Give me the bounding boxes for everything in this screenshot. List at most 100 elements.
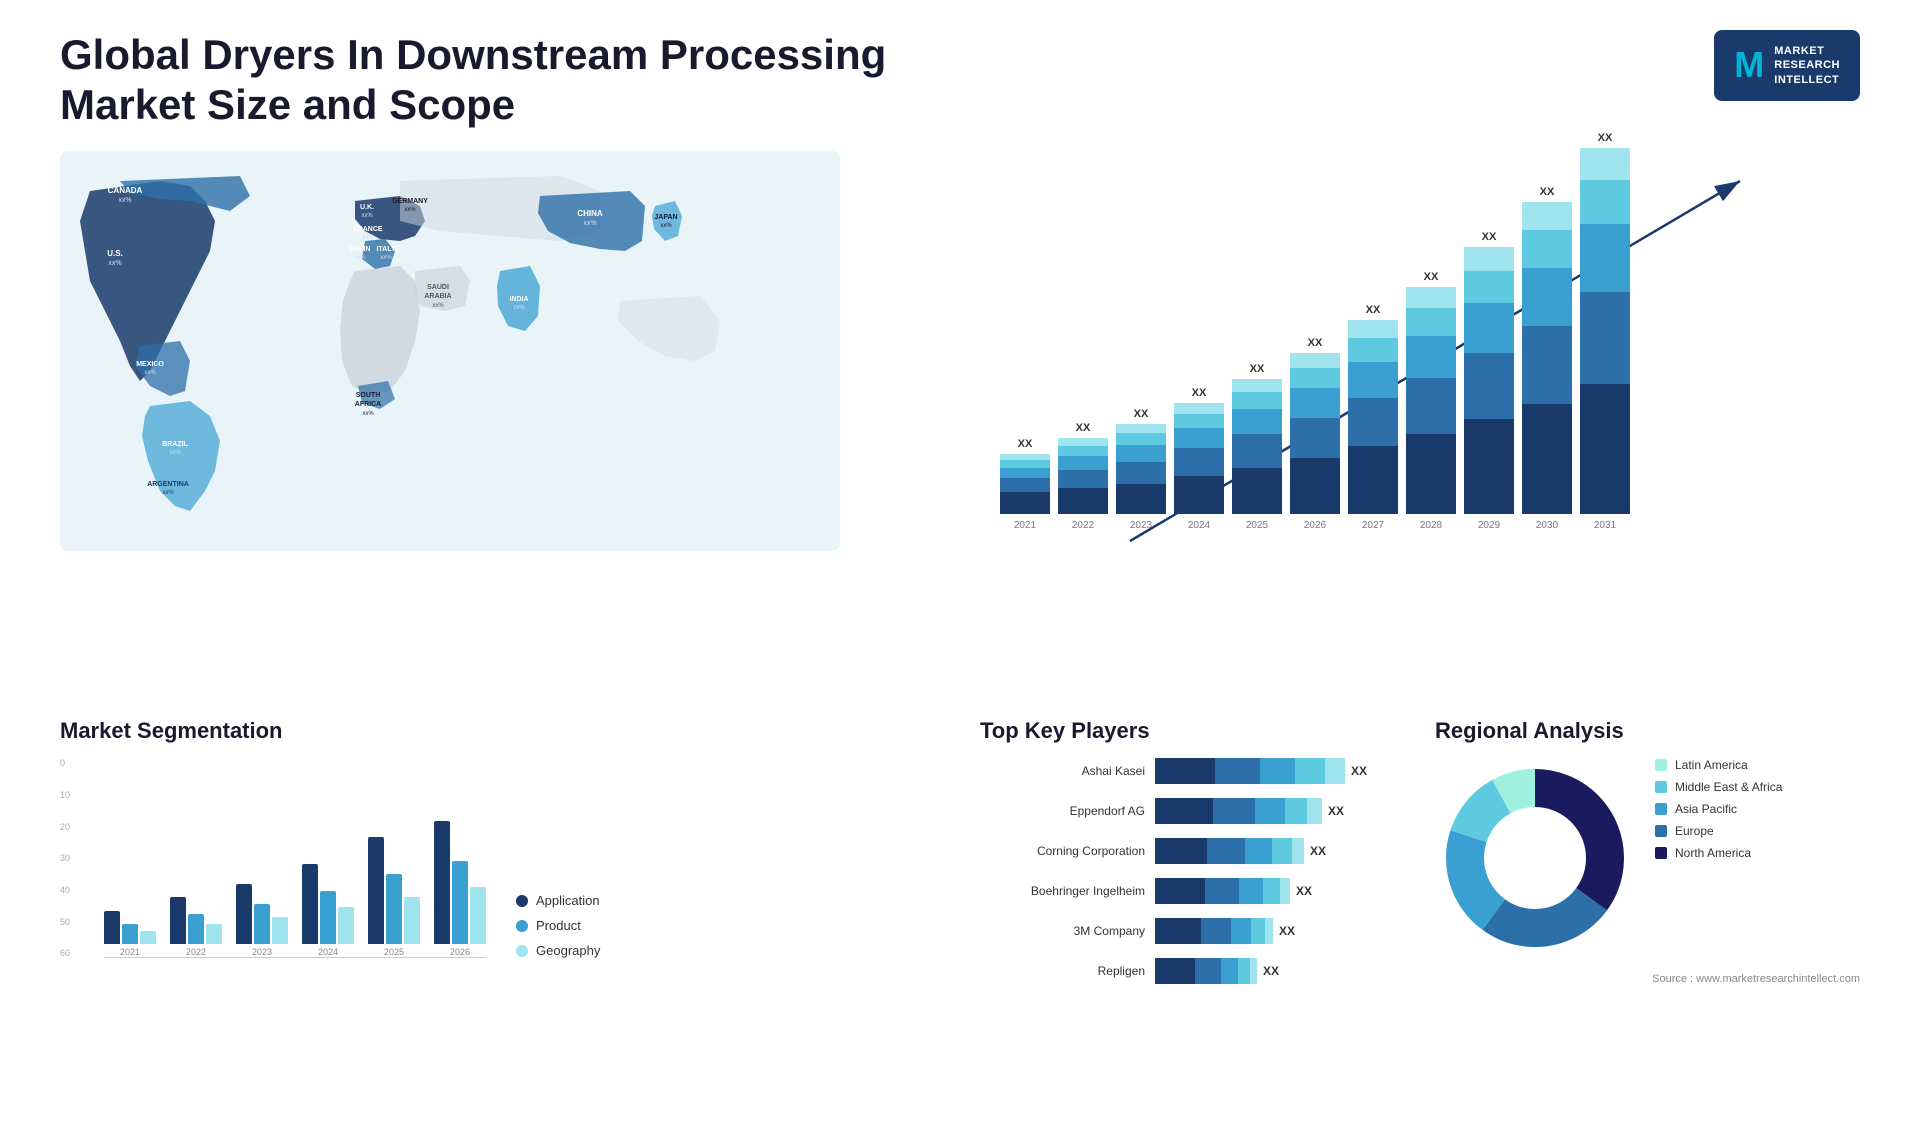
svg-text:ARGENTINA: ARGENTINA (147, 481, 189, 488)
main-content: CANADA xx% U.S. xx% MEXICO xx% BRAZIL xx… (60, 151, 1860, 1116)
page-header: Global Dryers In Downstream Processing M… (60, 30, 1860, 131)
europe-dot (1655, 825, 1667, 837)
player-row: Boehringer Ingelheim XX (980, 878, 1405, 904)
donut-and-legend: Latin America Middle East & Africa Asia … (1435, 758, 1860, 963)
legend-geography: Geography (516, 943, 600, 958)
player-name: Corning Corporation (980, 844, 1145, 858)
legend-product: Product (516, 918, 600, 933)
svg-text:xx%: xx% (169, 450, 181, 456)
svg-text:xx%: xx% (354, 255, 366, 261)
svg-text:xx%: xx% (660, 223, 672, 229)
legend-asia-pacific: Asia Pacific (1655, 802, 1782, 816)
bar-2029: XX 2029 (1464, 231, 1514, 531)
svg-text:xx%: xx% (432, 303, 444, 309)
player-name: Boehringer Ingelheim (980, 884, 1145, 898)
svg-text:ARABIA: ARABIA (424, 293, 451, 300)
application-dot (516, 895, 528, 907)
segmentation-section: Market Segmentation 60 50 40 30 20 10 0 (60, 718, 940, 1116)
player-value: XX (1263, 964, 1279, 978)
player-value: XX (1328, 804, 1344, 818)
player-name: Eppendorf AG (980, 804, 1145, 818)
seg-y-axis: 60 50 40 30 20 10 0 (60, 758, 70, 958)
asia-pacific-dot (1655, 803, 1667, 815)
svg-text:INDIA: INDIA (509, 296, 528, 303)
mea-dot (1655, 781, 1667, 793)
bar-2026: XX 2026 (1290, 337, 1340, 531)
svg-text:xx%: xx% (513, 305, 525, 311)
bar-2027: XX 2027 (1348, 304, 1398, 531)
north-america-dot (1655, 847, 1667, 859)
svg-text:xx%: xx% (162, 490, 174, 496)
svg-text:AFRICA: AFRICA (355, 401, 381, 408)
svg-text:xx%: xx% (108, 260, 121, 267)
latin-america-dot (1655, 759, 1667, 771)
svg-text:SPAIN: SPAIN (350, 246, 371, 253)
bar-2028: XX 2028 (1406, 271, 1456, 531)
bar-2031: XX 2031 (1580, 132, 1630, 531)
legend-north-america: North America (1655, 846, 1782, 860)
svg-text:SAUDI: SAUDI (427, 284, 449, 291)
player-value: XX (1310, 844, 1326, 858)
bar-2021: XX 2021 (1000, 438, 1050, 531)
svg-text:CHINA: CHINA (577, 209, 603, 218)
regional-legend: Latin America Middle East & Africa Asia … (1655, 758, 1782, 860)
svg-text:U.K.: U.K. (360, 204, 374, 211)
player-value: XX (1351, 764, 1367, 778)
logo-area: M MARKET RESEARCH INTELLECT (1714, 30, 1860, 101)
player-name: 3M Company (980, 924, 1145, 938)
logo-box: M MARKET RESEARCH INTELLECT (1714, 30, 1860, 101)
map-section: CANADA xx% U.S. xx% MEXICO xx% BRAZIL xx… (60, 151, 940, 689)
player-row: 3M Company XX (980, 918, 1405, 944)
svg-text:BRAZIL: BRAZIL (162, 441, 188, 448)
seg-chart-area: 60 50 40 30 20 10 0 (60, 758, 940, 958)
donut-chart (1435, 758, 1635, 963)
legend-mea: Middle East & Africa (1655, 780, 1782, 794)
svg-text:JAPAN: JAPAN (654, 214, 677, 221)
bar-2025: XX 2025 (1232, 363, 1282, 531)
svg-text:xx%: xx% (583, 220, 596, 227)
segmentation-title: Market Segmentation (60, 718, 940, 744)
svg-text:xx%: xx% (404, 207, 416, 213)
seg-legend: Application Product Geography (516, 893, 600, 958)
svg-text:xx%: xx% (362, 235, 374, 241)
svg-text:xx%: xx% (361, 213, 373, 219)
svg-text:xx%: xx% (362, 411, 374, 417)
svg-text:xx%: xx% (118, 197, 131, 204)
svg-text:FRANCE: FRANCE (353, 226, 382, 233)
svg-text:ITALY: ITALY (376, 246, 395, 253)
legend-latin-america: Latin America (1655, 758, 1782, 772)
page-title: Global Dryers In Downstream Processing M… (60, 30, 960, 131)
svg-text:xx%: xx% (380, 255, 392, 261)
player-value: XX (1296, 884, 1312, 898)
legend-application: Application (516, 893, 600, 908)
player-row: Ashai Kasei XX (980, 758, 1405, 784)
world-map: CANADA xx% U.S. xx% MEXICO xx% BRAZIL xx… (60, 151, 940, 551)
player-row: Eppendorf AG XX (980, 798, 1405, 824)
legend-europe: Europe (1655, 824, 1782, 838)
logo-text: MARKET RESEARCH INTELLECT (1774, 44, 1840, 87)
svg-text:CANADA: CANADA (108, 186, 143, 195)
player-value: XX (1279, 924, 1295, 938)
svg-text:xx%: xx% (144, 370, 156, 376)
player-row: Corning Corporation XX (980, 838, 1405, 864)
bottom-right: Top Key Players Ashai Kasei XX (980, 718, 1860, 1116)
bar-2024: XX 2024 (1174, 387, 1224, 531)
geography-dot (516, 945, 528, 957)
bar-2022: XX 2022 (1058, 422, 1108, 531)
svg-text:MEXICO: MEXICO (136, 361, 164, 368)
bar-chart-section: XX 2021 XX (980, 151, 1860, 689)
svg-text:U.S.: U.S. (107, 249, 123, 258)
bar-2023: XX 2023 (1116, 408, 1166, 531)
source-text: Source : www.marketresearchintellect.com (1435, 973, 1860, 985)
player-name: Repligen (980, 964, 1145, 978)
player-name: Ashai Kasei (980, 764, 1145, 778)
regional-section: Regional Analysis (1435, 718, 1860, 1116)
bar-2030: XX 2030 (1522, 186, 1572, 531)
svg-text:GERMANY: GERMANY (392, 198, 428, 205)
regional-title: Regional Analysis (1435, 718, 1860, 744)
product-dot (516, 920, 528, 932)
players-title: Top Key Players (980, 718, 1405, 744)
players-section: Top Key Players Ashai Kasei XX (980, 718, 1405, 1116)
player-row: Repligen XX (980, 958, 1405, 984)
svg-text:SOUTH: SOUTH (356, 392, 381, 399)
